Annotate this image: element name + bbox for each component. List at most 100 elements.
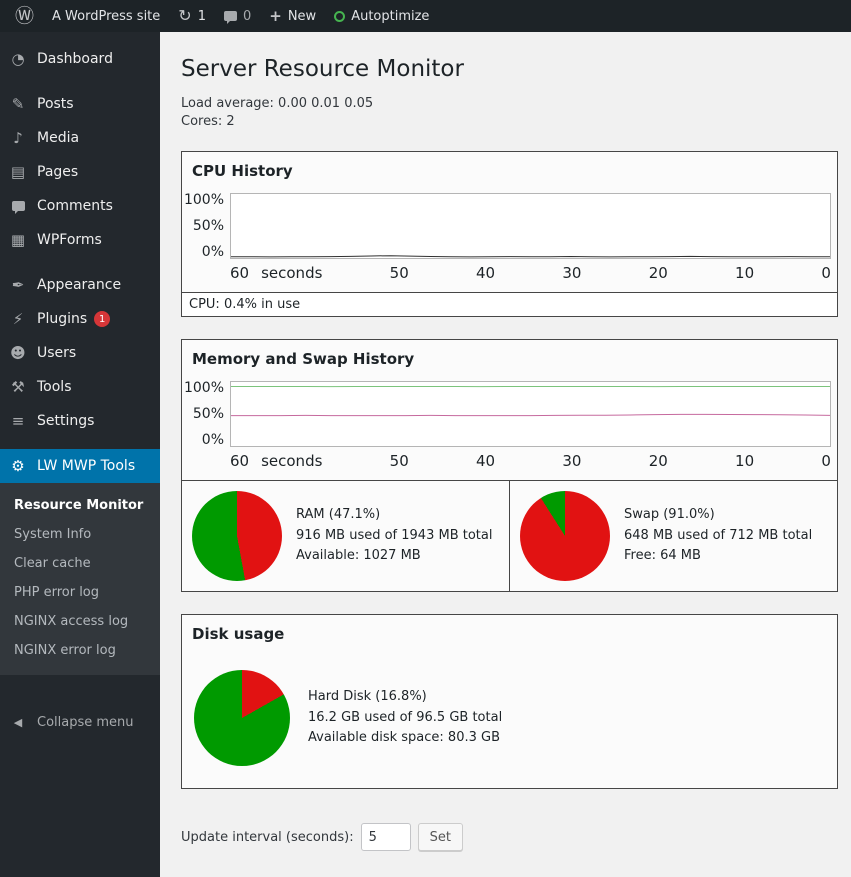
cpu-panel-title: CPU History — [192, 162, 293, 180]
autoptimize-link[interactable]: Autoptimize — [325, 0, 438, 32]
x-tick: 20 — [648, 452, 668, 470]
site-name: A WordPress site — [52, 8, 161, 24]
sidebar-item-wpforms[interactable]: ▦ WPForms — [0, 223, 160, 257]
submenu-item-php-error-log[interactable]: PHP error log — [0, 578, 160, 607]
cpu-status-text: CPU: 0.4% in use — [182, 292, 837, 316]
swap-detail: 648 MB used of 712 MB total — [624, 527, 813, 543]
update-icon: ↻ — [178, 6, 192, 25]
wp-logo-menu[interactable]: Ⓦ — [6, 0, 43, 32]
cpu-y-axis: 100% 50% 0% — [182, 193, 230, 259]
swap-usage-text: Swap (91.0%) 648 MB used of 712 MB total… — [624, 505, 812, 567]
autoptimize-icon — [334, 10, 346, 22]
sidebar-item-label: LW MWP Tools — [37, 458, 136, 474]
ram-usage-text: RAM (47.1%) 916 MB used of 1943 MB total… — [296, 505, 492, 567]
sidebar-item-dashboard[interactable]: ◔ Dashboard — [0, 42, 160, 76]
sidebar-item-label: Posts — [37, 96, 74, 112]
lw-mwp-tools-submenu: Resource Monitor System Info Clear cache… — [0, 483, 160, 675]
x-tick: 40 — [476, 452, 496, 470]
update-interval-row: Update interval (seconds): Set — [181, 823, 838, 851]
sidebar-item-label: Plugins — [37, 311, 88, 327]
ram-available: Available: 1027 MB — [296, 548, 421, 564]
gear-icon: ⚙ — [11, 456, 25, 475]
plugins-update-badge: 1 — [94, 311, 111, 327]
x-tick: 50 — [389, 264, 409, 282]
disk-pie-chart — [194, 670, 290, 766]
sidebar-item-label: WPForms — [37, 232, 102, 248]
interval-input[interactable] — [360, 823, 411, 851]
memory-y-axis: 100% 50% 0% — [182, 381, 230, 447]
dashboard-icon: ◔ — [11, 49, 25, 68]
comments-icon — [8, 199, 28, 214]
comments-icon — [223, 11, 237, 24]
x-axis-unit: seconds — [261, 452, 323, 470]
update-interval-label: Update interval (seconds): — [181, 829, 354, 845]
sidebar-item-users[interactable]: ☻ Users — [0, 336, 160, 370]
submenu-item-clear-cache[interactable]: Clear cache — [0, 549, 160, 578]
sidebar-item-plugins[interactable]: ⚡ Plugins 1 — [0, 302, 160, 336]
memory-line-chart — [230, 381, 831, 447]
swap-usage-cell: Swap (91.0%) 648 MB used of 712 MB total… — [509, 481, 837, 591]
media-icon: ♪ — [13, 128, 23, 147]
sidebar-item-label: Comments — [37, 198, 113, 214]
ram-usage-cell: RAM (47.1%) 916 MB used of 1943 MB total… — [182, 481, 509, 591]
plugins-icon: ⚡ — [12, 309, 24, 328]
swap-title: Swap (91.0%) — [624, 506, 715, 522]
cpu-history-panel: CPU History 100% 50% 0% 60 seconds 50 40 … — [181, 151, 838, 317]
x-tick: 10 — [735, 452, 755, 470]
admin-bar: Ⓦ A WordPress site ↻ 1 0 + New Autoptimi… — [0, 0, 851, 32]
x-tick: 20 — [648, 264, 668, 282]
load-average-text: Load average: 0.00 0.01 0.05 — [181, 96, 374, 111]
collapse-menu-button[interactable]: ◀ Collapse menu — [0, 705, 160, 739]
collapse-menu-label: Collapse menu — [37, 714, 134, 730]
admin-sidebar: ◔ Dashboard ✎ Posts ♪ Media ▤ Pages Comm… — [0, 32, 160, 877]
y-tick: 100% — [183, 380, 224, 396]
settings-icon: ≡ — [11, 411, 25, 430]
set-button[interactable]: Set — [417, 823, 463, 851]
y-tick: 0% — [201, 432, 224, 448]
disk-title: Hard Disk (16.8%) — [308, 688, 427, 704]
submenu-item-nginx-error-log[interactable]: NGINX error log — [0, 636, 160, 665]
new-content-link[interactable]: + New — [260, 0, 325, 32]
submenu-item-system-info[interactable]: System Info — [0, 520, 160, 549]
x-axis-unit: seconds — [261, 264, 323, 282]
disk-detail: 16.2 GB used of 96.5 GB total — [308, 709, 503, 725]
menu-separator — [0, 257, 160, 268]
disk-available: Available disk space: 80.3 GB — [308, 730, 500, 746]
sidebar-item-settings[interactable]: ≡ Settings — [0, 404, 160, 438]
comment-count: 0 — [242, 8, 252, 24]
x-tick: 0 — [821, 452, 831, 470]
sidebar-item-comments[interactable]: Comments — [0, 189, 160, 223]
swap-free: Free: 64 MB — [624, 548, 701, 564]
plus-icon: + — [269, 6, 282, 25]
memory-swap-panel: Memory and Swap History 100% 50% 0% 60 se… — [181, 339, 838, 592]
comments-link[interactable]: 0 — [215, 0, 260, 32]
sidebar-item-appearance[interactable]: ✒ Appearance — [0, 268, 160, 302]
sidebar-item-posts[interactable]: ✎ Posts — [0, 87, 160, 121]
y-tick: 100% — [183, 192, 224, 208]
x-tick-group: 60 seconds — [230, 452, 323, 470]
y-tick: 50% — [192, 218, 224, 234]
sidebar-item-media[interactable]: ♪ Media — [0, 121, 160, 155]
sidebar-item-label: Dashboard — [37, 51, 113, 67]
pages-icon: ▤ — [10, 162, 26, 181]
update-count: 1 — [197, 8, 206, 24]
x-tick: 50 — [389, 452, 409, 470]
submenu-item-resource-monitor[interactable]: Resource Monitor — [0, 491, 160, 520]
y-tick: 50% — [192, 406, 224, 422]
main-content: Server Resource Monitor Load average: 0.… — [160, 32, 851, 877]
sidebar-item-tools[interactable]: ⚒ Tools — [0, 370, 160, 404]
menu-separator — [0, 76, 160, 87]
sidebar-item-pages[interactable]: ▤ Pages — [0, 155, 160, 189]
updates-link[interactable]: ↻ 1 — [169, 0, 215, 32]
x-tick-group: 60 seconds — [230, 264, 323, 282]
x-tick: 40 — [476, 264, 496, 282]
ram-detail: 916 MB used of 1943 MB total — [296, 527, 493, 543]
x-tick: 0 — [821, 264, 831, 282]
swap-pie-chart — [520, 491, 610, 581]
site-name-link[interactable]: A WordPress site — [43, 0, 169, 32]
submenu-item-nginx-access-log[interactable]: NGINX access log — [0, 607, 160, 636]
disk-usage-panel: Disk usage Hard Disk (16.8%) 16.2 GB use… — [181, 614, 838, 789]
new-label: New — [287, 8, 317, 24]
disk-panel-title: Disk usage — [192, 625, 285, 643]
sidebar-item-lw-mwp-tools[interactable]: ⚙ LW MWP Tools — [0, 449, 160, 483]
